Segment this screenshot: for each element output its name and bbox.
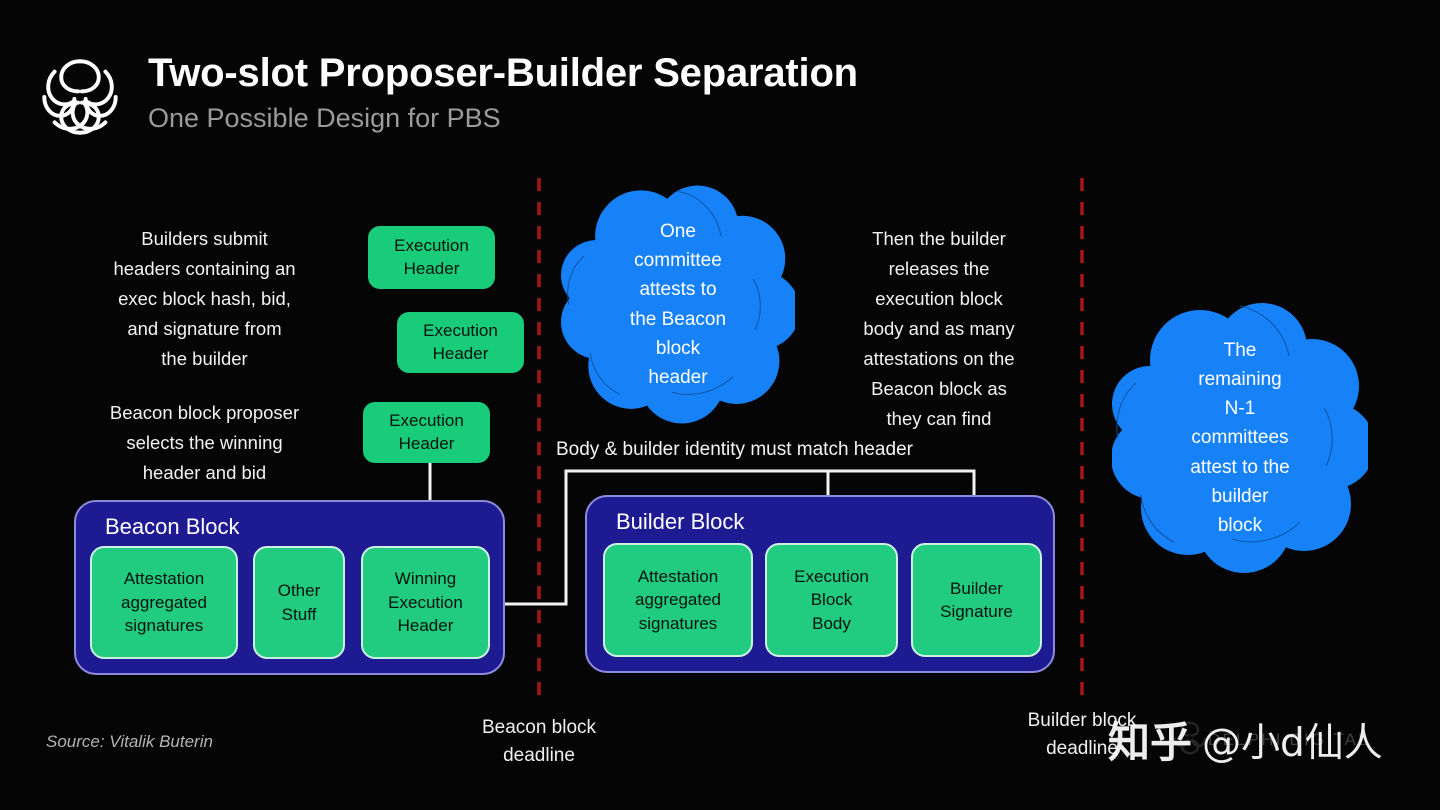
page-subtitle: One Possible Design for PBS xyxy=(148,103,501,133)
note-builders-submit: Builders submit headers containing an ex… xyxy=(113,228,296,369)
exec-header-box-2[interactable]: Execution Header xyxy=(397,312,524,373)
zhihu-watermark: 知乎 @小d仙人 xyxy=(1108,722,1383,764)
cloud-one-committee: One committee attests to the Beacon bloc… xyxy=(561,185,795,424)
exec-header-box-3[interactable]: Execution Header xyxy=(363,402,490,463)
note-proposer-selects: Beacon block proposer selects the winnin… xyxy=(109,402,300,483)
beacon-block-group[interactable]: Beacon Block Attestation aggregated sign… xyxy=(74,500,505,675)
zhihu-logo-text: 知乎 xyxy=(1108,718,1193,767)
builder-block-group[interactable]: Builder Block Attestation aggregated sig… xyxy=(585,495,1055,673)
builder-block-title: Builder Block xyxy=(616,509,745,534)
beacon-block-title: Beacon Block xyxy=(105,514,240,539)
zhihu-user-name: @小d仙人 xyxy=(1202,720,1383,766)
source-credit: Source: Vitalik Buterin xyxy=(46,732,213,751)
builder-block-item-builder-signature[interactable]: Builder Signature xyxy=(911,543,1042,657)
delphi-knot-logo-icon xyxy=(42,59,118,135)
beacon-block-item-other-stuff[interactable]: Other Stuff xyxy=(253,546,345,659)
beacon-block-item-attestation-signatures[interactable]: Attestation aggregated signatures xyxy=(90,546,238,659)
beacon-block-item-winning-execution-header[interactable]: Winning Execution Header xyxy=(361,546,490,659)
beacon-deadline-label: Beacon block deadline xyxy=(481,717,597,766)
builder-block-item-attestation-signatures[interactable]: Attestation aggregated signatures xyxy=(603,543,753,657)
note-builder-releases: Then the builder releases the execution … xyxy=(863,228,1015,429)
caption-body-identity-match: Body & builder identity must match heade… xyxy=(556,439,913,460)
cloud-remaining-committees: The remaining N-1 committees attest to t… xyxy=(1112,302,1368,574)
cloud-one-committee-text: One committee attests to the Beacon bloc… xyxy=(629,221,727,388)
exec-header-box-1[interactable]: Execution Header xyxy=(368,226,495,289)
builder-block-item-execution-block-body[interactable]: Execution Block Body xyxy=(765,543,898,657)
page-title: Two-slot Proposer-Builder Separation xyxy=(148,51,858,95)
diagram-canvas: Two-slot Proposer-Builder Separation One… xyxy=(0,0,1440,810)
cloud-remaining-committees-text: The remaining N-1 committees attest to t… xyxy=(1190,340,1290,536)
